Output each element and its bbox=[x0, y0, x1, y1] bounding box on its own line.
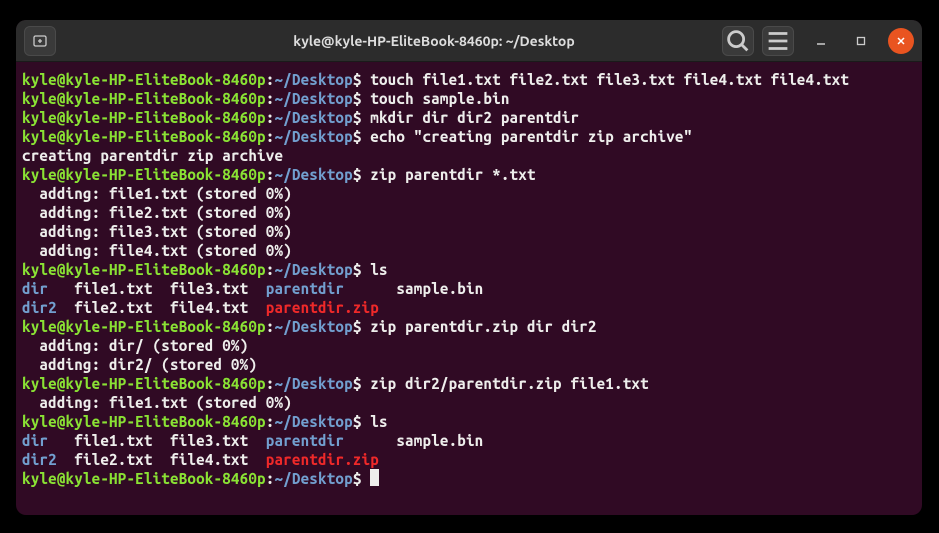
close-icon bbox=[896, 36, 906, 46]
terminal-line: kyle@kyle-HP-EliteBook-8460p:~/Desktop$ … bbox=[22, 165, 916, 184]
search-icon bbox=[723, 26, 753, 56]
terminal-window: kyle@kyle-HP-EliteBook-8460p: ~/Desktop bbox=[16, 20, 922, 515]
minimize-icon bbox=[816, 36, 826, 46]
titlebar: kyle@kyle-HP-EliteBook-8460p: ~/Desktop bbox=[16, 20, 922, 62]
hamburger-icon bbox=[763, 26, 793, 56]
close-button[interactable] bbox=[888, 28, 914, 54]
new-tab-button[interactable] bbox=[24, 26, 56, 56]
maximize-icon bbox=[856, 36, 866, 46]
terminal-output: adding: file1.txt (stored 0%) bbox=[22, 184, 916, 203]
terminal-output: adding: dir/ (stored 0%) bbox=[22, 336, 916, 355]
terminal-line: kyle@kyle-HP-EliteBook-8460p:~/Desktop$ … bbox=[22, 374, 916, 393]
terminal-output: creating parentdir zip archive bbox=[22, 146, 916, 165]
terminal-output: adding: file4.txt (stored 0%) bbox=[22, 241, 916, 260]
terminal-output: adding: dir2/ (stored 0%) bbox=[22, 355, 916, 374]
terminal-body[interactable]: kyle@kyle-HP-EliteBook-8460p:~/Desktop$ … bbox=[16, 62, 922, 496]
window-title: kyle@kyle-HP-EliteBook-8460p: ~/Desktop bbox=[154, 33, 714, 49]
terminal-output: adding: file1.txt (stored 0%) bbox=[22, 393, 916, 412]
ls-row: dir file1.txt file3.txt parentdir sample… bbox=[22, 279, 916, 298]
ls-row: dir2 file2.txt file4.txt parentdir.zip bbox=[22, 450, 916, 469]
ls-row: dir2 file2.txt file4.txt parentdir.zip bbox=[22, 298, 916, 317]
menu-button[interactable] bbox=[762, 26, 794, 56]
minimize-button[interactable] bbox=[808, 28, 834, 54]
new-tab-icon bbox=[32, 33, 48, 49]
search-button[interactable] bbox=[722, 26, 754, 56]
terminal-line: kyle@kyle-HP-EliteBook-8460p:~/Desktop$ … bbox=[22, 89, 916, 108]
terminal-line: kyle@kyle-HP-EliteBook-8460p:~/Desktop$ … bbox=[22, 260, 916, 279]
terminal-line: kyle@kyle-HP-EliteBook-8460p:~/Desktop$ … bbox=[22, 70, 916, 89]
terminal-line: kyle@kyle-HP-EliteBook-8460p:~/Desktop$ … bbox=[22, 127, 916, 146]
terminal-line: kyle@kyle-HP-EliteBook-8460p:~/Desktop$ bbox=[22, 469, 916, 488]
cursor bbox=[370, 469, 379, 486]
ls-row: dir file1.txt file3.txt parentdir sample… bbox=[22, 431, 916, 450]
terminal-line: kyle@kyle-HP-EliteBook-8460p:~/Desktop$ … bbox=[22, 317, 916, 336]
terminal-output: adding: file3.txt (stored 0%) bbox=[22, 222, 916, 241]
terminal-line: kyle@kyle-HP-EliteBook-8460p:~/Desktop$ … bbox=[22, 412, 916, 431]
terminal-output: adding: file2.txt (stored 0%) bbox=[22, 203, 916, 222]
terminal-line: kyle@kyle-HP-EliteBook-8460p:~/Desktop$ … bbox=[22, 108, 916, 127]
maximize-button[interactable] bbox=[848, 28, 874, 54]
